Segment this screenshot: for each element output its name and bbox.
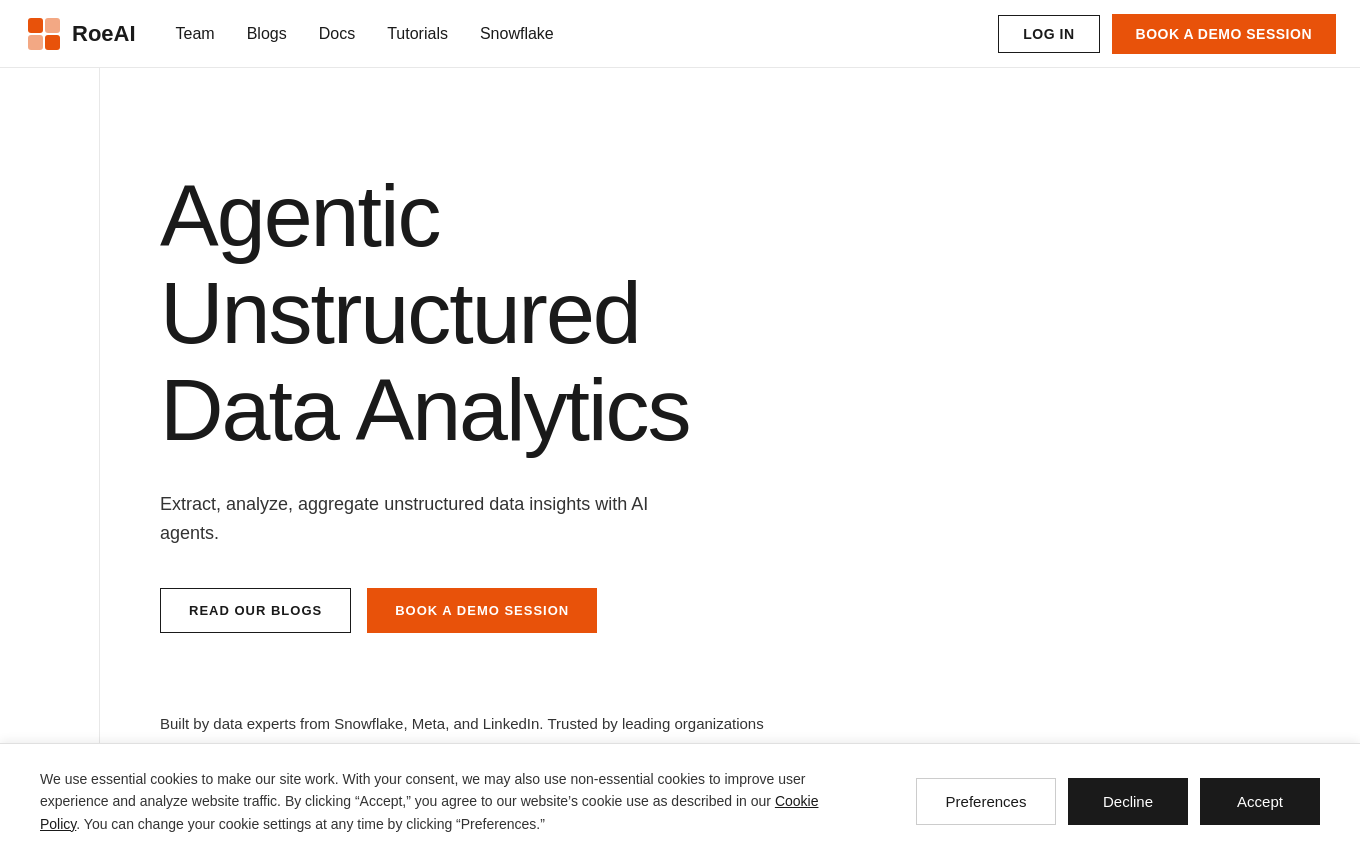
logo-text: RoeAI <box>72 21 136 47</box>
nav-blogs[interactable]: Blogs <box>247 25 287 43</box>
main-nav: Team Blogs Docs Tutorials Snowflake <box>176 25 999 43</box>
login-button[interactable]: LOG IN <box>998 15 1099 53</box>
svg-rect-3 <box>45 35 60 50</box>
logo-icon <box>24 14 64 54</box>
book-demo-main-button[interactable]: BOOK A DEMO SESSION <box>367 588 597 633</box>
nav-docs[interactable]: Docs <box>319 25 355 43</box>
hero-subtitle: Extract, analyze, aggregate unstructured… <box>160 490 700 548</box>
cookie-preferences-inline: Preferences <box>461 816 536 832</box>
cookie-banner: We use essential cookies to make our sit… <box>0 743 1360 859</box>
hero-title-line1: Agentic <box>160 166 440 265</box>
cookie-text-main: We use essential cookies to make our sit… <box>40 771 805 809</box>
accept-button[interactable]: Accept <box>1200 778 1320 825</box>
cookie-actions: Preferences Decline Accept <box>916 778 1320 825</box>
header-actions: LOG IN BOOK A DEMO SESSION <box>998 14 1336 54</box>
hero-title-line2: Unstructured <box>160 263 640 362</box>
logo[interactable]: RoeAI <box>24 14 136 54</box>
svg-rect-2 <box>28 35 43 50</box>
nav-snowflake[interactable]: Snowflake <box>480 25 554 43</box>
nav-tutorials[interactable]: Tutorials <box>387 25 448 43</box>
svg-rect-0 <box>28 18 43 33</box>
nav-team[interactable]: Team <box>176 25 215 43</box>
read-blogs-button[interactable]: READ OUR BLOGS <box>160 588 351 633</box>
header: RoeAI Team Blogs Docs Tutorials Snowflak… <box>0 0 1360 68</box>
svg-rect-1 <box>45 18 60 33</box>
book-demo-header-button[interactable]: BOOK A DEMO SESSION <box>1112 14 1336 54</box>
cookie-text-after: . You can change your cookie settings at… <box>76 816 460 832</box>
cookie-text: We use essential cookies to make our sit… <box>40 768 860 835</box>
cookie-text-end: .” <box>536 816 545 832</box>
left-sidebar-stripe <box>0 0 100 859</box>
preferences-button[interactable]: Preferences <box>916 778 1056 825</box>
hero-section: Agentic Unstructured Data Analytics Extr… <box>160 148 1300 735</box>
main-content: Agentic Unstructured Data Analytics Extr… <box>100 68 1360 795</box>
trusted-text: Built by data experts from Snowflake, Me… <box>160 713 1300 736</box>
hero-buttons: READ OUR BLOGS BOOK A DEMO SESSION <box>160 588 1300 633</box>
hero-title: Agentic Unstructured Data Analytics <box>160 168 860 458</box>
decline-button[interactable]: Decline <box>1068 778 1188 825</box>
hero-title-line3: Data Analytics <box>160 360 690 459</box>
